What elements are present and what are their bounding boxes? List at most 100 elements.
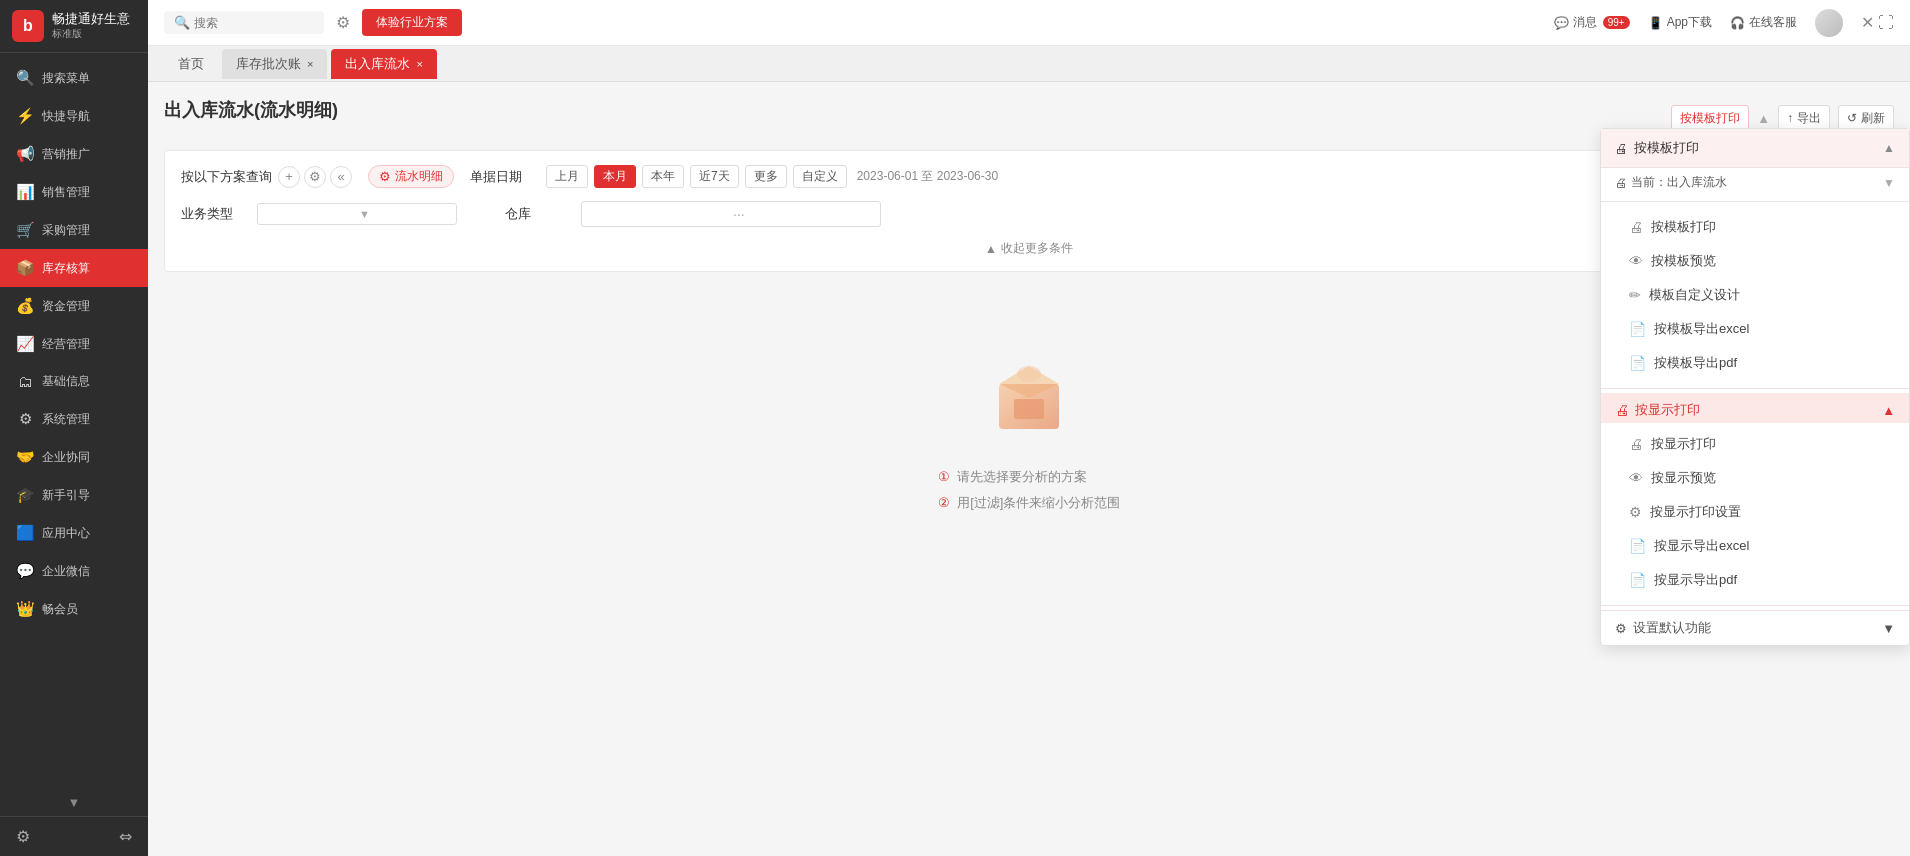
dp-display-preview-icon: 👁 [1629,470,1643,486]
empty-illustration [979,344,1079,444]
apps-icon: 🟦 [16,524,34,542]
empty-tip-1-text: 请先选择要分析的方案 [957,469,1087,484]
inventory-icon: 📦 [16,259,34,277]
date-btn-prev-month[interactable]: 上月 [546,165,588,188]
app-name: 畅捷通好生意 [52,11,130,27]
bottom-gear-icon[interactable]: ⚙ [16,827,30,846]
tab-inout-flow-close[interactable]: × [416,58,422,70]
biz-select[interactable]: ▼ [257,203,457,225]
sidebar-item-collab[interactable]: 🤝 企业协同 [0,438,148,476]
app-label: App下载 [1667,14,1712,31]
service-icon: 🎧 [1730,16,1745,30]
dp-item-display-excel[interactable]: 📄 按显示导出excel [1601,529,1909,563]
sidebar-item-operations[interactable]: 📈 经营管理 [0,325,148,363]
marketing-icon: 📢 [16,145,34,163]
dp-template-excel-label: 按模板导出excel [1654,320,1749,338]
window-controls: ✕ ⛶ [1861,13,1894,32]
topbar-app-download[interactable]: 📱 App下载 [1648,14,1712,31]
dp-item-template-pdf[interactable]: 📄 按模板导出pdf [1601,346,1909,380]
sidebar-item-quick-nav[interactable]: ⚡ 快捷导航 [0,97,148,135]
dp-item-template-preview[interactable]: 👁 按模板预览 [1601,244,1909,278]
warehouse-select[interactable]: ··· [581,201,881,227]
date-btn-more[interactable]: 更多 [745,165,787,188]
dp-template-print-label: 按模板打印 [1651,218,1716,236]
sidebar-item-basics[interactable]: 🗂 基础信息 [0,363,148,400]
dp-template-print-icon: 🖨 [1629,219,1643,235]
date-label: 单据日期 [470,168,530,186]
dp-item-display-pdf[interactable]: 📄 按显示导出pdf [1601,563,1909,597]
topbar-service[interactable]: 🎧 在线客服 [1730,14,1797,31]
app-icon: 📱 [1648,16,1663,30]
sidebar-item-guide[interactable]: 🎓 新手引导 [0,476,148,514]
filter-section-label-area: 按以下方案查询 + ⚙ « [181,166,352,188]
sidebar-item-inventory[interactable]: 📦 库存核算 [0,249,148,287]
tab-batch-account[interactable]: 库存批次账 × [222,49,327,79]
print-arrow-icon[interactable]: ▲ [1757,111,1770,126]
sidebar-scroll-down[interactable]: ▼ [0,789,148,816]
logo-area: b 畅捷通好生意 标准版 [0,0,148,53]
tab-inout-flow[interactable]: 出入库流水 × [331,49,436,79]
footer-icon: ⚙ [1615,621,1627,636]
main-area: 🔍 ⚙ 体验行业方案 💬 消息 99+ 📱 App下载 🎧 在线客服 ✕ [148,0,1910,856]
display-section-header[interactable]: 🖨 按显示打印 ▲ [1601,393,1909,423]
sidebar-item-system[interactable]: ⚙ 系统管理 [0,400,148,438]
current-label: 当前：出入库流水 [1631,174,1727,191]
dp-item-template-print[interactable]: 🖨 按模板打印 [1601,210,1909,244]
dropdown-header[interactable]: 🖨 按模板打印 ▲ [1601,129,1909,168]
sidebar-item-purchase[interactable]: 🛒 采购管理 [0,211,148,249]
topbar-search-box[interactable]: 🔍 [164,11,324,34]
date-btn-7days[interactable]: 近7天 [690,165,739,188]
date-btn-custom[interactable]: 自定义 [793,165,847,188]
dp-item-display-settings[interactable]: ⚙ 按显示打印设置 [1601,495,1909,529]
date-filter: 上月 本月 本年 近7天 更多 自定义 2023-06-01 至 2023-06… [546,165,998,188]
sidebar-item-search[interactable]: 🔍 搜索菜单 [0,59,148,97]
search-icon: 🔍 [174,15,190,30]
wechat-icon: 💬 [16,562,34,580]
dp-template-design-label: 模板自定义设计 [1649,286,1740,304]
maximize-icon[interactable]: ⛶ [1878,14,1894,32]
sidebar-item-wechat[interactable]: 💬 企业微信 [0,552,148,590]
sidebar-item-label: 企业协同 [42,449,90,466]
sidebar-item-label: 采购管理 [42,222,90,239]
display-section-title: 🖨 按显示打印 [1615,401,1700,419]
dp-item-template-design[interactable]: ✏ 模板自定义设计 [1601,278,1909,312]
dp-template-preview-icon: 👁 [1629,253,1643,269]
filter-collapse-btn[interactable]: « [330,166,352,188]
tab-home[interactable]: 首页 [164,49,218,79]
dp-item-display-preview[interactable]: 👁 按显示预览 [1601,461,1909,495]
display-print-icon: 🖨 [1615,402,1629,418]
date-range-display: 2023-06-01 至 2023-06-30 [857,168,998,185]
topbar-gear-icon[interactable]: ⚙ [336,13,350,32]
dp-display-excel-icon: 📄 [1629,538,1646,554]
topbar-msg[interactable]: 💬 消息 99+ [1554,14,1630,31]
dropdown-footer[interactable]: ⚙ 设置默认功能 ▼ [1601,610,1909,645]
dp-item-display-print[interactable]: 🖨 按显示打印 [1601,427,1909,461]
sidebar-item-finance[interactable]: 💰 资金管理 [0,287,148,325]
date-btn-current-month[interactable]: 本月 [594,165,636,188]
dp-display-print-icon: 🖨 [1629,436,1643,452]
search-input[interactable] [194,16,294,30]
current-indicator: 🖨 当前：出入库流水 ▼ [1601,168,1909,197]
dp-display-settings-label: 按显示打印设置 [1650,503,1741,521]
avatar[interactable] [1815,9,1843,37]
bottom-collapse-icon[interactable]: ⇔ [119,827,132,846]
empty-tip-2: ② 用[过滤]条件来缩小分析范围 [938,490,1121,516]
guide-icon: 🎓 [16,486,34,504]
dp-display-preview-label: 按显示预览 [1651,469,1716,487]
sidebar-item-sales[interactable]: 📊 销售管理 [0,173,148,211]
dp-display-pdf-label: 按显示导出pdf [1654,571,1737,589]
date-btn-year[interactable]: 本年 [642,165,684,188]
msg-badge: 99+ [1603,16,1630,29]
close-icon[interactable]: ✕ [1861,13,1874,32]
tab-batch-account-close[interactable]: × [307,58,313,70]
add-filter-btn[interactable]: + [278,166,300,188]
biz-label: 业务类型 [181,205,241,223]
sidebar-item-marketing[interactable]: 📢 营销推广 [0,135,148,173]
filter-setting-btn[interactable]: ⚙ [304,166,326,188]
sidebar-item-apps[interactable]: 🟦 应用中心 [0,514,148,552]
industry-btn[interactable]: 体验行业方案 [362,9,462,36]
sidebar-item-vip[interactable]: 👑 畅会员 [0,590,148,628]
sidebar: b 畅捷通好生意 标准版 🔍 搜索菜单 ⚡ 快捷导航 📢 营销推广 📊 销售管理… [0,0,148,856]
sidebar-item-label: 快捷导航 [42,108,90,125]
dp-item-template-excel[interactable]: 📄 按模板导出excel [1601,312,1909,346]
